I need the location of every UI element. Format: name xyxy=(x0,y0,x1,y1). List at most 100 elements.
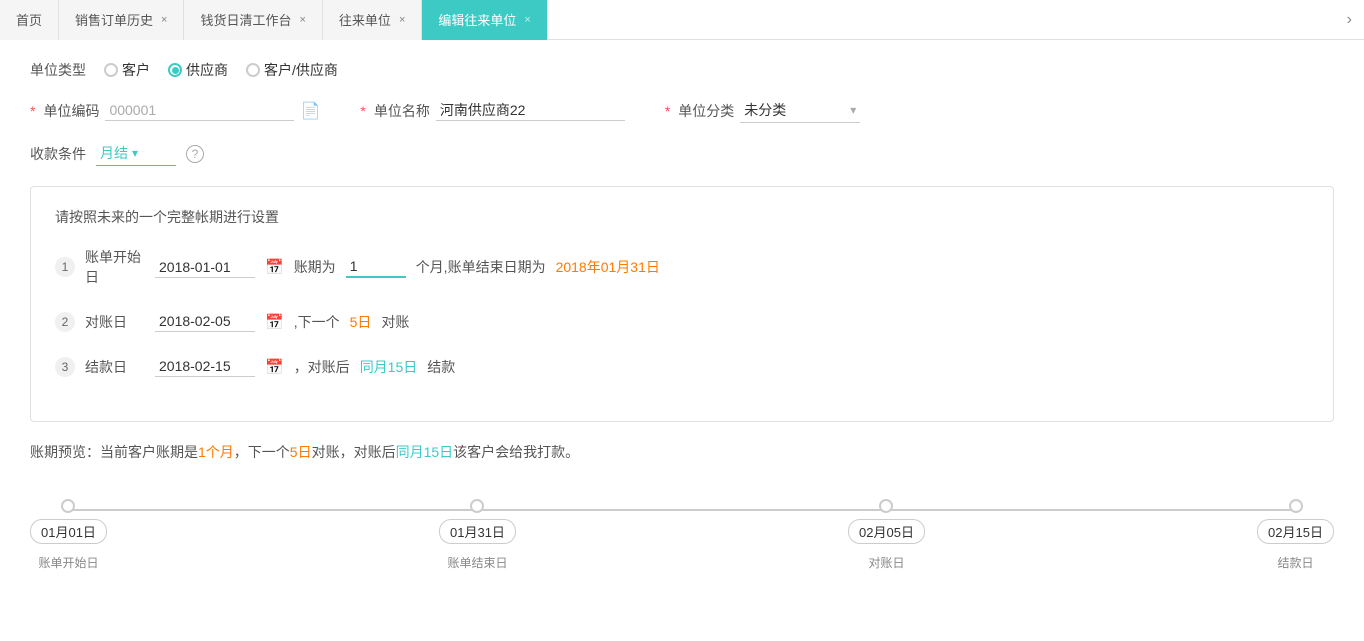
tab-edit-partner-close[interactable]: × xyxy=(524,14,530,26)
preview-middle2: 对账，对账后 xyxy=(312,444,396,460)
tab-cash-work-label: 钱货日清工作台 xyxy=(200,10,291,29)
tab-home[interactable]: 首页 xyxy=(0,0,59,40)
tab-sales-history-label: 销售订单历史 xyxy=(75,10,153,29)
preview-section: 账期预览：当前客户账期是1个月，下一个5日对账，对账后同月15日该客户会给我打款… xyxy=(30,440,1334,621)
point-circle-0 xyxy=(61,499,75,513)
point-label-0: 01月01日 xyxy=(30,519,107,544)
radio-supplier-label: 供应商 xyxy=(186,60,228,80)
tab-partners[interactable]: 往来单位 × xyxy=(323,0,422,40)
help-icon[interactable]: ? xyxy=(186,145,204,163)
main-content: 单位类型 客户 供应商 客户/供应商 * 单位编码 📄 * 单位名称 xyxy=(0,40,1364,641)
row-num-2: 2 xyxy=(55,312,75,332)
period-end-date: 2018年01月31日 xyxy=(556,257,660,277)
radio-supplier[interactable]: 供应商 xyxy=(168,60,228,80)
unit-category-select[interactable]: 未分类 ▾ xyxy=(740,98,860,123)
tab-cash-work-close[interactable]: × xyxy=(299,14,305,26)
section-title: 请按照未来的一个完整帐期进行设置 xyxy=(55,207,1309,227)
preview-part3: 同月15日 xyxy=(396,444,454,460)
point-circle-2 xyxy=(879,499,893,513)
payment-condition-arrow: ▾ xyxy=(132,146,138,160)
point-label-1: 01月31日 xyxy=(439,519,516,544)
payment-desc-prefix: ，对账后 xyxy=(294,357,350,377)
payment-date-calendar-icon[interactable]: 📅 xyxy=(265,358,284,376)
unit-code-group: * 单位编码 📄 xyxy=(30,100,320,121)
radio-customer-label: 客户 xyxy=(122,60,150,80)
tab-partners-label: 往来单位 xyxy=(339,10,391,29)
unit-category-label: 单位分类 xyxy=(678,101,734,121)
point-circle-3 xyxy=(1289,499,1303,513)
timeline-point-0: 01月01日 账单开始日 xyxy=(30,499,107,571)
radio-both[interactable]: 客户/供应商 xyxy=(246,60,338,80)
setting-row-3: 3 结款日 📅 ，对账后同月15日结款 xyxy=(55,356,1309,377)
unit-code-input[interactable] xyxy=(105,100,294,121)
unit-code-star: * xyxy=(30,103,35,119)
row-num-3: 3 xyxy=(55,357,75,377)
radio-customer[interactable]: 客户 xyxy=(104,60,150,80)
reconcile-date-input[interactable] xyxy=(155,311,255,332)
point-label-3: 02月15日 xyxy=(1257,519,1334,544)
point-name-2: 对账日 xyxy=(868,554,904,571)
timeline-point-2: 02月05日 对账日 xyxy=(848,499,925,571)
unit-name-star: * xyxy=(360,103,365,119)
point-label-2: 02月05日 xyxy=(848,519,925,544)
unit-category-group: * 单位分类 未分类 ▾ xyxy=(665,98,860,123)
timeline: 01月01日 账单开始日 01月31日 账单结束日 02月05日 对账日 02月… xyxy=(30,489,1334,601)
payment-desc-suffix: 结款 xyxy=(427,357,455,377)
reconcile-desc-highlight: 5日 xyxy=(350,312,372,332)
unit-info-row: * 单位编码 📄 * 单位名称 * 单位分类 未分类 ▾ xyxy=(30,98,1334,123)
payment-date-input[interactable] xyxy=(155,356,255,377)
preview-middle1: ，下一个 xyxy=(234,444,290,460)
tab-sales-history[interactable]: 销售订单历史 × xyxy=(59,0,184,40)
field-label-3: 结款日 xyxy=(85,357,145,377)
preview-text: 账期预览：当前客户账期是1个月，下一个5日对账，对账后同月15日该客户会给我打款… xyxy=(30,440,1334,465)
period-value-input[interactable] xyxy=(346,256,406,278)
reconcile-desc-prefix: ,下一个 xyxy=(294,312,340,332)
radio-both-circle xyxy=(246,63,260,77)
preview-prefix: 账期预览：当前客户账期是 xyxy=(30,444,198,460)
unit-code-icon[interactable]: 📄 xyxy=(300,101,320,121)
tab-cash-work[interactable]: 钱货日清工作台 × xyxy=(184,0,322,40)
preview-part2: 5日 xyxy=(290,444,312,460)
payment-desc-highlight: 同月15日 xyxy=(360,357,418,377)
tab-edit-partner[interactable]: 编辑往来单位 × xyxy=(422,0,547,40)
unit-name-input[interactable] xyxy=(436,100,625,121)
setting-row-1: 1 账单开始日 📅 账期为 个月,账单结束日期为 2018年01月31日 xyxy=(55,247,1309,287)
unit-category-arrow: ▾ xyxy=(850,103,856,117)
reconcile-desc-suffix: 对账 xyxy=(381,312,409,332)
unit-type-row: 单位类型 客户 供应商 客户/供应商 xyxy=(30,60,1334,80)
field-label-1: 账单开始日 xyxy=(85,247,145,287)
unit-type-radio-group: 客户 供应商 客户/供应商 xyxy=(104,60,338,80)
unit-name-group: * 单位名称 xyxy=(360,100,624,121)
payment-row: 收款条件 月结 ▾ ? xyxy=(30,141,1334,166)
start-date-input[interactable] xyxy=(155,257,255,278)
start-date-calendar-icon[interactable]: 📅 xyxy=(265,258,284,276)
unit-code-label: 单位编码 xyxy=(43,101,99,121)
radio-supplier-circle xyxy=(168,63,182,77)
tab-partners-close[interactable]: × xyxy=(399,14,405,26)
payment-condition-select[interactable]: 月结 ▾ xyxy=(96,141,176,166)
radio-customer-circle xyxy=(104,63,118,77)
field-label-2: 对账日 xyxy=(85,312,145,332)
tab-home-label: 首页 xyxy=(16,10,42,29)
timeline-points: 01月01日 账单开始日 01月31日 账单结束日 02月05日 对账日 02月… xyxy=(30,499,1334,571)
unit-category-star: * xyxy=(665,103,670,119)
radio-both-label: 客户/供应商 xyxy=(264,60,338,80)
point-circle-1 xyxy=(470,499,484,513)
period-label: 账期为 xyxy=(294,257,336,277)
row-num-1: 1 xyxy=(55,257,75,277)
tab-sales-history-close[interactable]: × xyxy=(161,14,167,26)
setting-row-2: 2 对账日 📅 ,下一个 5日对账 xyxy=(55,311,1309,332)
payment-condition-label: 收款条件 xyxy=(30,144,86,164)
preview-part1: 1个月 xyxy=(198,444,234,460)
point-name-0: 账单开始日 xyxy=(38,554,98,571)
tabs-expand-button[interactable]: › xyxy=(1335,11,1364,29)
reconcile-date-calendar-icon[interactable]: 📅 xyxy=(265,313,284,331)
unit-category-value: 未分类 xyxy=(744,100,850,120)
point-name-1: 账单结束日 xyxy=(447,554,507,571)
unit-type-label: 单位类型 xyxy=(30,60,86,80)
point-name-3: 结款日 xyxy=(1278,554,1314,571)
preview-suffix: 该客户会给我打款。 xyxy=(453,444,579,460)
tab-edit-partner-label: 编辑往来单位 xyxy=(438,10,516,29)
payment-condition-value: 月结 xyxy=(100,143,128,163)
unit-name-label: 单位名称 xyxy=(374,101,430,121)
